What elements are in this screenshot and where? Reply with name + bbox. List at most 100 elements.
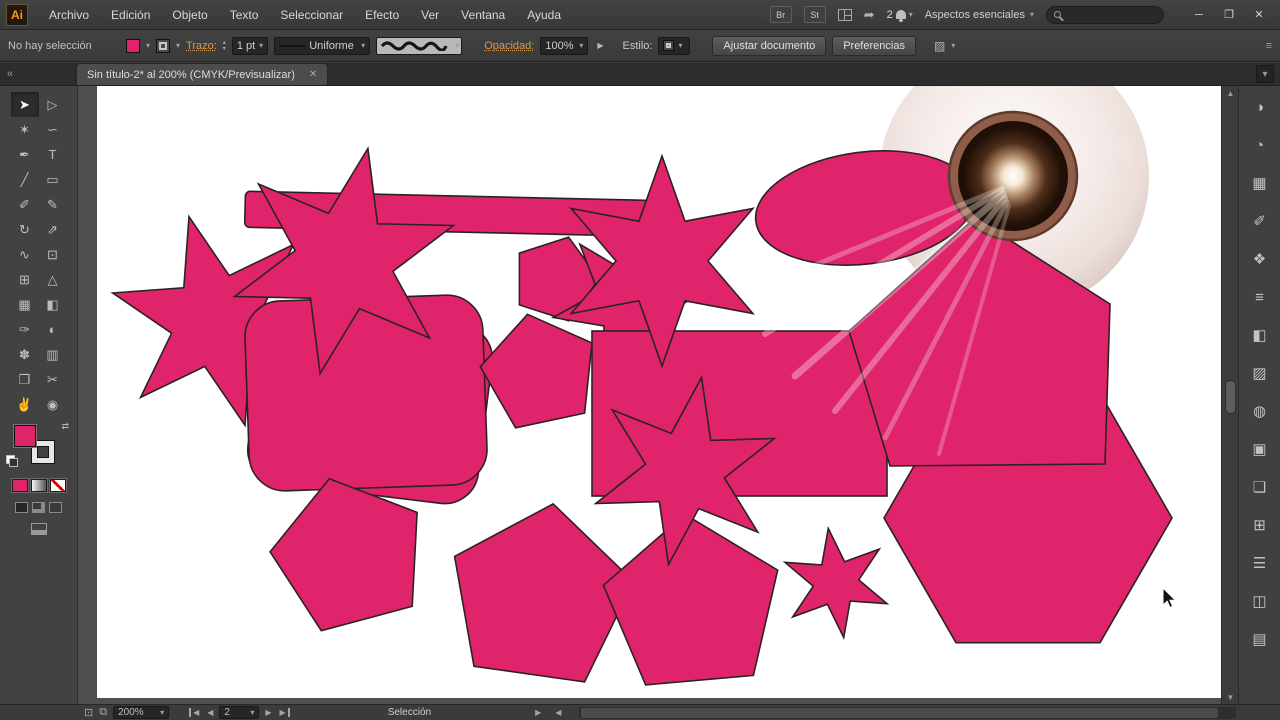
minimize-button[interactable]: ─ xyxy=(1184,4,1214,26)
document-arrange-icon[interactable]: ▨ xyxy=(934,39,945,53)
tab-bar-menu-icon[interactable]: ▾ xyxy=(1256,65,1274,83)
menu-edicion[interactable]: Edición xyxy=(100,0,161,30)
search-input[interactable] xyxy=(1066,9,1152,20)
perspective-grid-tool[interactable]: △ xyxy=(39,267,67,292)
shape-builder-tool[interactable]: ⊞ xyxy=(11,267,39,292)
align-panel-icon[interactable]: ☰ xyxy=(1243,546,1277,580)
artboard-grid-icon[interactable]: ⊡ xyxy=(84,706,93,719)
hand-tool[interactable]: ✌ xyxy=(11,392,39,417)
artboard[interactable] xyxy=(97,86,1221,698)
blend-tool[interactable]: ◐ xyxy=(39,317,67,342)
graphic-style-dropdown[interactable]: ▾ xyxy=(658,36,691,55)
fill-color-swatch[interactable] xyxy=(126,38,140,53)
lasso-tool[interactable]: ∽ xyxy=(39,117,67,142)
canvas-pentagon-bottom-left[interactable] xyxy=(269,477,418,632)
transparency-panel-icon[interactable]: ▨ xyxy=(1243,356,1277,390)
stroke-color-swatch[interactable] xyxy=(156,38,171,53)
brush-definition-dropdown[interactable]: ▾ xyxy=(376,36,463,55)
menu-ventana[interactable]: Ventana xyxy=(450,0,516,30)
zoom-level-dropdown[interactable]: 200% ▾ xyxy=(113,706,170,719)
default-fill-stroke-button[interactable] xyxy=(6,455,18,467)
artboards-panel-icon[interactable]: ⊞ xyxy=(1243,508,1277,542)
selection-tool[interactable]: ➤ xyxy=(10,92,39,117)
canvas-star-small[interactable] xyxy=(782,525,890,641)
opacity-dropdown[interactable]: 100% ▾ xyxy=(540,36,589,55)
brushes-panel-icon[interactable]: ✐ xyxy=(1243,204,1277,238)
magic-wand-tool[interactable]: ✶ xyxy=(11,117,39,142)
horizontal-scrollbar[interactable] xyxy=(579,706,1236,719)
graphic-styles-panel-icon[interactable]: ▣ xyxy=(1243,432,1277,466)
symbols-panel-icon[interactable]: ❖ xyxy=(1243,242,1277,276)
chevron-down-icon[interactable]: ▾ xyxy=(176,41,180,50)
opacity-flyout-button[interactable]: ▶ xyxy=(594,41,606,50)
canvas-rounded-square[interactable] xyxy=(244,294,488,492)
color-panel-icon[interactable]: ◑ xyxy=(1243,90,1277,124)
type-tool[interactable]: T xyxy=(39,142,67,167)
gradient-button[interactable] xyxy=(30,479,47,492)
screen-mode-button[interactable] xyxy=(30,523,47,535)
stroke-width-stepper[interactable]: ▴ ▾ xyxy=(223,40,226,52)
symbol-sprayer-tool[interactable]: ✽ xyxy=(11,342,39,367)
canvas-pentagon-bottom-right[interactable] xyxy=(602,513,779,686)
next-artboard-button[interactable]: ▶ xyxy=(263,708,273,717)
bridge-button[interactable]: Br xyxy=(769,6,792,23)
menu-objeto[interactable]: Objeto xyxy=(161,0,218,30)
line-segment-tool[interactable]: ╱ xyxy=(11,167,39,192)
none-button[interactable] xyxy=(49,479,66,492)
last-artboard-button[interactable]: ▶ xyxy=(278,708,290,717)
stock-button[interactable]: St xyxy=(803,6,826,23)
menu-texto[interactable]: Texto xyxy=(219,0,270,30)
fill-swatch[interactable] xyxy=(14,425,36,447)
menu-ver[interactable]: Ver xyxy=(410,0,450,30)
pen-tool[interactable]: ✒ xyxy=(11,142,39,167)
preferences-button[interactable]: Preferencias xyxy=(832,35,916,56)
artboard-canvas[interactable] xyxy=(97,86,1221,698)
fit-document-button[interactable]: Ajustar documento xyxy=(712,35,827,56)
free-transform-tool[interactable]: ⊡ xyxy=(39,242,67,267)
layers-panel-icon[interactable]: ❏ xyxy=(1243,470,1277,504)
width-tool[interactable]: ∿ xyxy=(11,242,39,267)
menu-ayuda[interactable]: Ayuda xyxy=(516,0,572,30)
scale-tool[interactable]: ⇗ xyxy=(39,217,67,242)
stroke-width-dropdown[interactable]: 1 pt ▾ xyxy=(231,36,269,55)
rotate-tool[interactable]: ↻ xyxy=(11,217,39,242)
document-tab[interactable]: Sin título-2* al 200% (CMYK/Previsualiza… xyxy=(76,63,329,85)
share-icon[interactable]: ➦ xyxy=(864,7,875,23)
vertical-scrollbar-thumb[interactable] xyxy=(1225,380,1236,414)
draw-normal-button[interactable] xyxy=(15,502,28,513)
vertical-scrollbar[interactable]: ▲ ▼ xyxy=(1221,86,1238,704)
previous-artboard-button[interactable]: ◀ xyxy=(205,708,215,717)
color-guide-panel-icon[interactable]: ◔ xyxy=(1243,128,1277,162)
navigator-panel-icon[interactable]: ▤ xyxy=(1243,622,1277,656)
notifications-button[interactable]: 2 ▾ xyxy=(887,9,913,22)
scroll-up-icon[interactable]: ▲ xyxy=(1222,86,1239,100)
chevron-down-icon[interactable]: ▾ xyxy=(951,41,955,50)
first-artboard-button[interactable]: ◀ xyxy=(189,708,201,717)
gradient-tool[interactable]: ◧ xyxy=(39,292,67,317)
stepper-down-icon[interactable]: ▾ xyxy=(223,46,226,52)
appearance-panel-icon[interactable]: ◍ xyxy=(1243,394,1277,428)
rectangle-tool[interactable]: ▭ xyxy=(39,167,67,192)
pathfinder-panel-icon[interactable]: ◫ xyxy=(1243,584,1277,618)
search-box[interactable] xyxy=(1046,5,1164,24)
slice-tool[interactable]: ✂ xyxy=(39,367,67,392)
gradient-panel-icon[interactable]: ◧ xyxy=(1243,318,1277,352)
opacity-panel-link[interactable]: Opacidad: xyxy=(484,40,534,52)
stroke-panel-link[interactable]: Trazo: xyxy=(186,40,217,52)
column-graph-tool[interactable]: ▥ xyxy=(39,342,67,367)
menu-efecto[interactable]: Efecto xyxy=(354,0,410,30)
paintbrush-tool[interactable]: ✐ xyxy=(11,192,39,217)
hscroll-right-icon[interactable]: ▶ xyxy=(533,708,543,717)
scroll-down-icon[interactable]: ▼ xyxy=(1222,690,1239,704)
close-button[interactable]: ✕ xyxy=(1244,4,1274,26)
hscroll-left-icon[interactable]: ◀ xyxy=(553,708,563,717)
eyedropper-tool[interactable]: ✑ xyxy=(11,317,39,342)
zoom-tool[interactable]: ◉ xyxy=(39,392,67,417)
swatches-panel-icon[interactable]: ▦ xyxy=(1243,166,1277,200)
menu-archivo[interactable]: Archivo xyxy=(38,0,100,30)
arrange-documents-icon[interactable] xyxy=(837,8,852,21)
width-profile-dropdown[interactable]: Uniforme ▾ xyxy=(274,36,371,55)
document-setup-icon[interactable]: ⧉ xyxy=(99,706,107,719)
chevron-down-icon[interactable]: ▾ xyxy=(146,41,150,50)
canvas-pentagon-mid[interactable] xyxy=(479,313,593,429)
